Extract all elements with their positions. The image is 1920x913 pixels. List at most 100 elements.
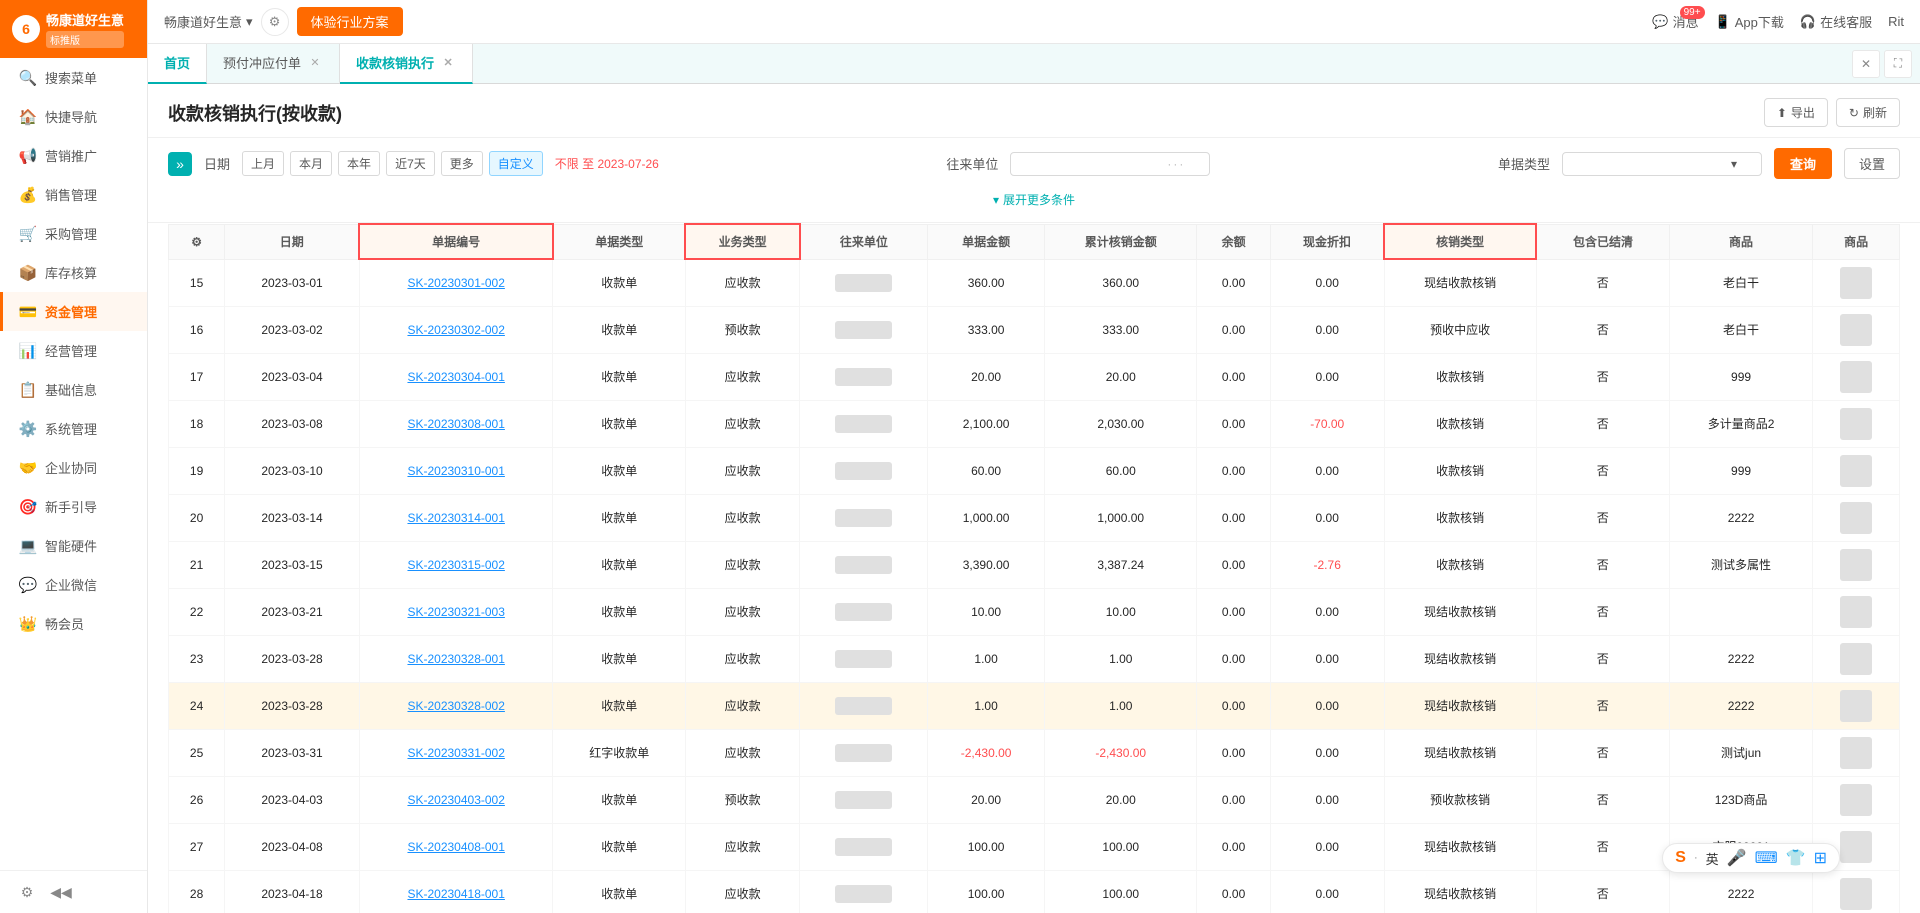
table-row[interactable]: 20 2023-03-14 SK-20230314-001 收款单 应收款 ██…	[169, 494, 1900, 541]
sidebar-item-inventory[interactable]: 📦库存核算	[0, 253, 147, 292]
table-row[interactable]: 15 2023-03-01 SK-20230301-002 收款单 应收款 ██…	[169, 259, 1900, 306]
sidebar-item-system[interactable]: ⚙️系统管理	[0, 409, 147, 448]
tab-advance-close[interactable]: ✕	[307, 55, 323, 71]
cell-include-settled: 否	[1536, 494, 1669, 541]
date-this-year-btn[interactable]: 本年	[338, 151, 380, 176]
doc-no-link[interactable]: SK-20230403-002	[407, 793, 504, 807]
date-more-btn[interactable]: 更多	[441, 151, 483, 176]
date-custom-btn[interactable]: 自定义	[489, 151, 543, 176]
col-amount[interactable]: 单据金额	[927, 224, 1044, 259]
close-tab-btn[interactable]: ✕	[1852, 50, 1880, 78]
doc-no-link[interactable]: SK-20230328-002	[407, 699, 504, 713]
sidebar-item-enterprise[interactable]: 🤝企业协同	[0, 448, 147, 487]
table-row[interactable]: 16 2023-03-02 SK-20230302-002 收款单 预收款 ██…	[169, 306, 1900, 353]
ime-shirt-icon[interactable]: 👕	[1786, 848, 1806, 868]
filter-toggle-btn[interactable]: »	[168, 152, 192, 176]
doc-no-link[interactable]: SK-20230301-002	[407, 276, 504, 290]
topbar-service-btn[interactable]: 🎧 在线客服	[1800, 12, 1872, 31]
cell-balance: 0.00	[1197, 635, 1271, 682]
col-doc-no[interactable]: 单据编号	[359, 224, 553, 259]
col-doc-type[interactable]: 单据类型	[553, 224, 685, 259]
doc-no-link[interactable]: SK-20230314-001	[407, 511, 504, 525]
cell-doc-no: SK-20230308-001	[359, 400, 553, 447]
sidebar-item-hardware[interactable]: 💻智能硬件	[0, 526, 147, 565]
sidebar-item-basics[interactable]: 📋基础信息	[0, 370, 147, 409]
doc-no-link[interactable]: SK-20230331-002	[407, 746, 504, 760]
cell-doc-type: 收款单	[553, 588, 685, 635]
maximize-tab-btn[interactable]: ⛶	[1884, 50, 1912, 78]
doc-no-link[interactable]: SK-20230418-001	[407, 887, 504, 901]
col-partner[interactable]: 往来单位	[800, 224, 928, 259]
col-settings[interactable]: ⚙	[169, 224, 225, 259]
tab-advance[interactable]: 预付冲应付单 ✕	[207, 44, 340, 84]
sidebar-item-guide[interactable]: 🎯新手引导	[0, 487, 147, 526]
sidebar-item-purchase[interactable]: 🛒采购管理	[0, 214, 147, 253]
query-btn[interactable]: 查询	[1774, 148, 1832, 179]
partner-dots[interactable]: ···	[1167, 157, 1185, 171]
date-this-month-btn[interactable]: 本月	[290, 151, 332, 176]
ime-keyboard-icon[interactable]: ⌨	[1755, 848, 1778, 868]
topbar-messages[interactable]: 💬 消息 99+	[1652, 12, 1698, 31]
col-biz-type[interactable]: 业务类型	[685, 224, 799, 259]
sidebar-item-shortcuts[interactable]: 🏠快捷导航	[0, 97, 147, 136]
solution-btn[interactable]: 体验行业方案	[297, 7, 403, 36]
cell-amount: 333.00	[927, 306, 1044, 353]
topbar-settings-btn[interactable]: ⚙	[261, 8, 289, 36]
table-row[interactable]: 21 2023-03-15 SK-20230315-002 收款单 应收款 ██…	[169, 541, 1900, 588]
settings-footer-btn[interactable]: ⚙	[16, 881, 38, 903]
tab-receipt-cancel-close[interactable]: ✕	[440, 55, 456, 71]
cell-partner: ██	[800, 259, 928, 306]
table-row[interactable]: 17 2023-03-04 SK-20230304-001 收款单 应收款 ██…	[169, 353, 1900, 400]
topbar-app-btn[interactable]: 📱 App下载	[1715, 12, 1784, 31]
doc-no-link[interactable]: SK-20230328-001	[407, 652, 504, 666]
sidebar-item-member[interactable]: 👑畅会员	[0, 604, 147, 643]
doc-no-link[interactable]: SK-20230321-003	[407, 605, 504, 619]
table-row[interactable]: 26 2023-04-03 SK-20230403-002 收款单 预收款 ██…	[169, 776, 1900, 823]
export-btn[interactable]: ⬆ 导出	[1764, 98, 1828, 127]
tab-receipt-cancel[interactable]: 收款核销执行 ✕	[340, 44, 473, 84]
table-row[interactable]: 24 2023-03-28 SK-20230328-002 收款单 应收款 ██…	[169, 682, 1900, 729]
sidebar-item-operations[interactable]: 📊经营管理	[0, 331, 147, 370]
table-row[interactable]: 18 2023-03-08 SK-20230308-001 收款单 应收款 ██…	[169, 400, 1900, 447]
date-7days-btn[interactable]: 近7天	[386, 151, 435, 176]
tab-home[interactable]: 首页	[148, 44, 207, 84]
doc-no-link[interactable]: SK-20230304-001	[407, 370, 504, 384]
collapse-sidebar-btn[interactable]: ◀◀	[50, 881, 72, 903]
col-balance[interactable]: 余额	[1197, 224, 1271, 259]
table-row[interactable]: 19 2023-03-10 SK-20230310-001 收款单 应收款 ██…	[169, 447, 1900, 494]
col-goods2[interactable]: 商品	[1813, 224, 1900, 259]
sidebar-item-finance[interactable]: 💳资金管理	[0, 292, 147, 331]
ime-grid-icon[interactable]: ⊞	[1814, 848, 1827, 868]
filter-settings-btn[interactable]: 设置	[1844, 148, 1900, 179]
col-date[interactable]: 日期	[225, 224, 360, 259]
table-row[interactable]: 22 2023-03-21 SK-20230321-003 收款单 应收款 ██…	[169, 588, 1900, 635]
page-container: 收款核销执行(按收款) ⬆ 导出 ↻ 刷新 »	[148, 84, 1920, 913]
doc-no-link[interactable]: SK-20230408-001	[407, 840, 504, 854]
table-row[interactable]: 28 2023-04-18 SK-20230418-001 收款单 应收款 ██…	[169, 870, 1900, 913]
col-cancel-amount[interactable]: 累计核销金额	[1045, 224, 1197, 259]
doc-no-link[interactable]: SK-20230302-002	[407, 323, 504, 337]
table-row[interactable]: 25 2023-03-31 SK-20230331-002 红字收款单 应收款 …	[169, 729, 1900, 776]
partner-select[interactable]: ···	[1010, 152, 1210, 176]
refresh-btn[interactable]: ↻ 刷新	[1836, 98, 1900, 127]
cell-cancel-amount: -2,430.00	[1045, 729, 1197, 776]
cell-cancel-amount: 20.00	[1045, 353, 1197, 400]
col-goods[interactable]: 商品	[1669, 224, 1812, 259]
doc-type-select[interactable]: ▾	[1562, 152, 1762, 176]
topbar-brand-btn[interactable]: 畅康道好生意 ▾	[164, 12, 253, 31]
col-include-settled[interactable]: 包含已结清	[1536, 224, 1669, 259]
table-row[interactable]: 23 2023-03-28 SK-20230328-001 收款单 应收款 ██…	[169, 635, 1900, 682]
sidebar-item-sales[interactable]: 💰销售管理	[0, 175, 147, 214]
col-cash-discount[interactable]: 现金折扣	[1270, 224, 1384, 259]
doc-no-link[interactable]: SK-20230310-001	[407, 464, 504, 478]
expand-conditions-btn[interactable]: ▾ 展开更多条件	[993, 191, 1075, 208]
col-cancel-type[interactable]: 核销类型	[1384, 224, 1536, 259]
sidebar-item-wechat[interactable]: 💬企业微信	[0, 565, 147, 604]
doc-no-link[interactable]: SK-20230315-002	[407, 558, 504, 572]
doc-no-link[interactable]: SK-20230308-001	[407, 417, 504, 431]
sidebar-item-marketing[interactable]: 📢营销推广	[0, 136, 147, 175]
sidebar-item-search[interactable]: 🔍搜索菜单	[0, 58, 147, 97]
ime-mic-icon[interactable]: 🎤	[1727, 848, 1747, 868]
table-row[interactable]: 27 2023-04-08 SK-20230408-001 收款单 应收款 ██…	[169, 823, 1900, 870]
date-prev-month-btn[interactable]: 上月	[242, 151, 284, 176]
